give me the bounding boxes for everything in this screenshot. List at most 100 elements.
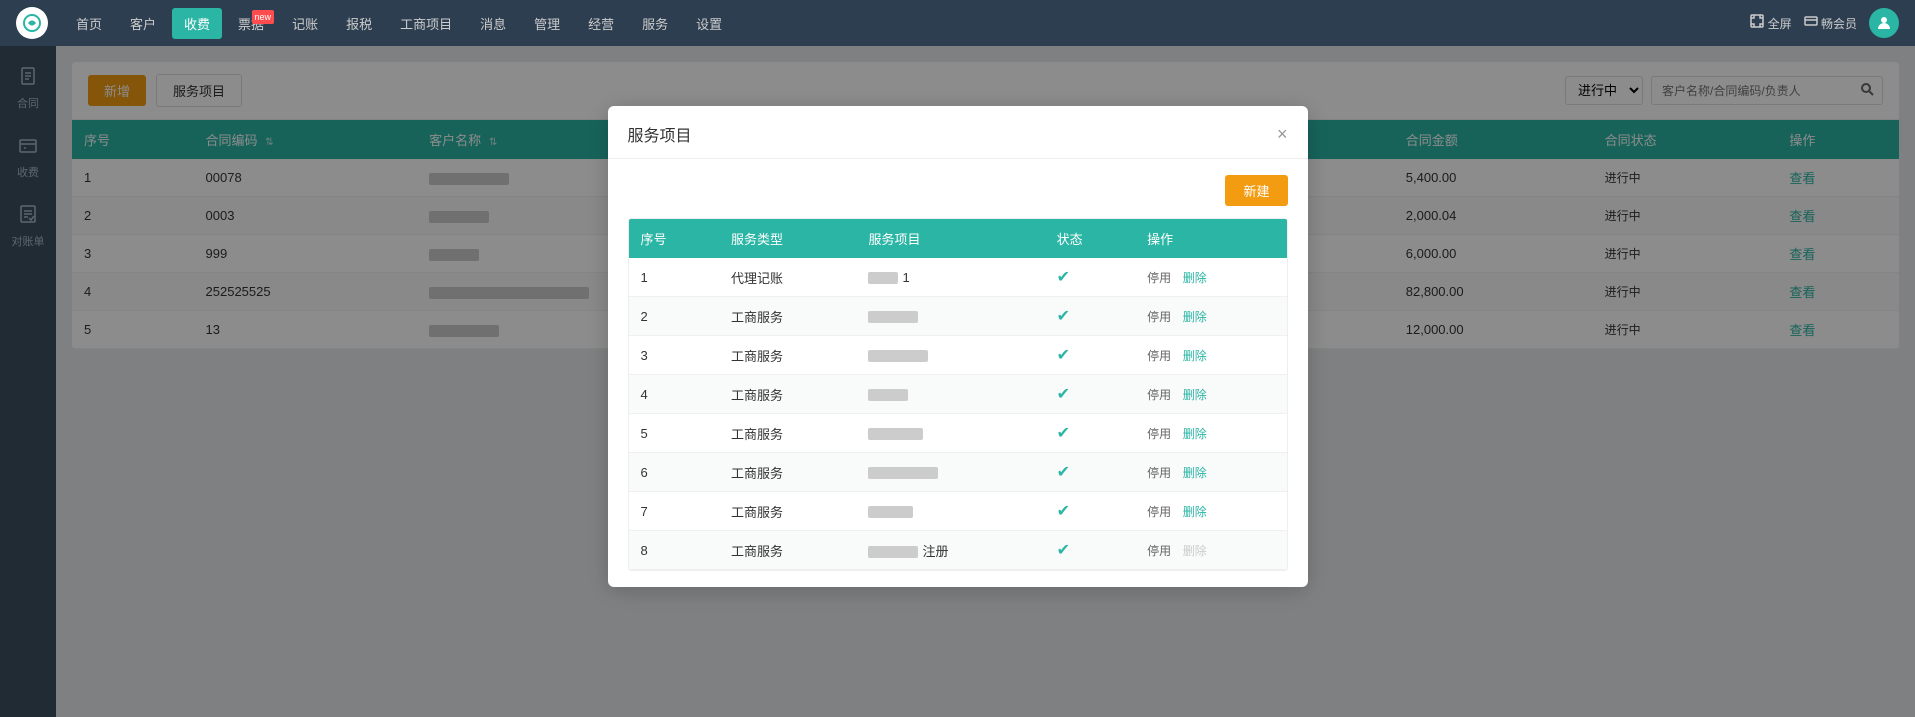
stop-button[interactable]: 停用 (1147, 269, 1171, 286)
nav-baoshui[interactable]: 报税 (334, 8, 384, 39)
modal-cell-type: 工商服务 (719, 336, 857, 375)
modal-col-action: 操作 (1135, 219, 1286, 258)
modal-cell-seq: 1 (629, 258, 719, 297)
app-logo (16, 7, 48, 39)
modal-cell-status: ✔ (1045, 297, 1135, 336)
stop-button[interactable]: 停用 (1147, 308, 1171, 325)
delete-button[interactable]: 删除 (1183, 464, 1207, 481)
nav-home[interactable]: 首页 (64, 8, 114, 39)
modal-table-row: 5 工商服务 ✔ 停用 删除 (629, 414, 1287, 453)
modal-cell-item (856, 375, 1044, 414)
nav-shezhi[interactable]: 设置 (684, 8, 734, 39)
modal-table-row: 4 工商服务 ✔ 停用 删除 (629, 375, 1287, 414)
vip-btn[interactable]: 畅会员 (1804, 14, 1857, 32)
status-check-icon: ✔ (1057, 542, 1070, 559)
modal-cell-seq: 3 (629, 336, 719, 375)
modal-cell-status: ✔ (1045, 336, 1135, 375)
modal-cell-action: 停用 删除 (1135, 453, 1286, 492)
modal-cell-status: ✔ (1045, 375, 1135, 414)
modal-body: 新建 序号 服务类型 服务项目 状态 操作 (608, 159, 1308, 587)
badge-new: new (252, 10, 275, 24)
status-check-icon: ✔ (1057, 503, 1070, 520)
modal-cell-action: 停用 删除 (1135, 414, 1286, 453)
stop-button[interactable]: 停用 (1147, 347, 1171, 364)
status-check-icon: ✔ (1057, 386, 1070, 403)
modal-cell-seq: 2 (629, 297, 719, 336)
delete-button[interactable]: 删除 (1183, 269, 1207, 286)
modal-cell-type: 工商服务 (719, 297, 857, 336)
status-check-icon: ✔ (1057, 347, 1070, 364)
status-check-icon: ✔ (1057, 269, 1070, 286)
nav-guanli[interactable]: 管理 (522, 8, 572, 39)
nav-items: 首页 客户 收费 票据 new 记账 报税 工商项目 消息 管理 经营 服务 设… (64, 8, 1750, 39)
modal-header: 服务项目 × (608, 106, 1308, 159)
delete-button[interactable]: 删除 (1183, 347, 1207, 364)
modal-cell-seq: 8 (629, 531, 719, 570)
modal-cell-action: 停用 删除 (1135, 258, 1286, 297)
modal-cell-item (856, 336, 1044, 375)
modal-cell-action: 停用 删除 (1135, 531, 1286, 570)
status-check-icon: ✔ (1057, 464, 1070, 481)
modal-cell-item (856, 492, 1044, 531)
modal-table-row: 3 工商服务 ✔ 停用 删除 (629, 336, 1287, 375)
nav-jingying[interactable]: 经营 (576, 8, 626, 39)
delete-button[interactable]: 删除 (1183, 308, 1207, 325)
modal-toolbar: 新建 (628, 175, 1288, 206)
modal-cell-item: 注册 (856, 531, 1044, 570)
modal-table-row: 1 代理记账 1 ✔ 停用 删除 (629, 258, 1287, 297)
delete-button[interactable]: 删除 (1183, 425, 1207, 442)
stop-button[interactable]: 停用 (1147, 542, 1171, 559)
modal-cell-action: 停用 删除 (1135, 336, 1286, 375)
top-nav-right: 全屏 畅会员 (1750, 8, 1899, 38)
modal-table-row: 2 工商服务 ✔ 停用 删除 (629, 297, 1287, 336)
nav-jizhang[interactable]: 记账 (280, 8, 330, 39)
status-check-icon: ✔ (1057, 425, 1070, 442)
modal-cell-status: ✔ (1045, 414, 1135, 453)
nav-gongshang[interactable]: 工商项目 (388, 8, 464, 39)
modal-cell-seq: 5 (629, 414, 719, 453)
modal-cell-status: ✔ (1045, 453, 1135, 492)
modal-cell-type: 工商服务 (719, 531, 857, 570)
nav-piao[interactable]: 票据 new (226, 8, 276, 39)
modal-table-row: 6 工商服务 ✔ 停用 删除 (629, 453, 1287, 492)
stop-button[interactable]: 停用 (1147, 503, 1171, 520)
modal-cell-item (856, 414, 1044, 453)
modal-cell-seq: 7 (629, 492, 719, 531)
modal-table-row: 7 工商服务 ✔ 停用 删除 (629, 492, 1287, 531)
top-nav: 首页 客户 收费 票据 new 记账 报税 工商项目 消息 管理 经营 服务 设… (0, 0, 1915, 46)
user-avatar[interactable] (1869, 8, 1899, 38)
service-modal: 服务项目 × 新建 序号 服务类型 服务项目 状态 操作 (608, 106, 1308, 587)
modal-col-item: 服务项目 (856, 219, 1044, 258)
nav-xiaoxi[interactable]: 消息 (468, 8, 518, 39)
modal-col-seq: 序号 (629, 219, 719, 258)
modal-table-row: 8 工商服务 注册 ✔ 停用 删除 (629, 531, 1287, 570)
stop-button[interactable]: 停用 (1147, 386, 1171, 403)
delete-button: 删除 (1183, 542, 1207, 559)
delete-button[interactable]: 删除 (1183, 386, 1207, 403)
nav-shoufei[interactable]: 收费 (172, 8, 222, 39)
stop-button[interactable]: 停用 (1147, 464, 1171, 481)
modal-table-wrap[interactable]: 序号 服务类型 服务项目 状态 操作 1 代理记账 1 ✔ 停用 删除 2 (628, 218, 1288, 571)
modal-cell-seq: 6 (629, 453, 719, 492)
status-check-icon: ✔ (1057, 308, 1070, 325)
modal-cell-item: 1 (856, 258, 1044, 297)
stop-button[interactable]: 停用 (1147, 425, 1171, 442)
nav-customer[interactable]: 客户 (118, 8, 168, 39)
modal-cell-type: 工商服务 (719, 453, 857, 492)
modal-col-status: 状态 (1045, 219, 1135, 258)
modal-cell-type: 工商服务 (719, 492, 857, 531)
nav-fuwu[interactable]: 服务 (630, 8, 680, 39)
modal-cell-action: 停用 删除 (1135, 375, 1286, 414)
fullscreen-btn[interactable]: 全屏 (1750, 14, 1791, 32)
modal-cell-action: 停用 删除 (1135, 297, 1286, 336)
modal-cell-type: 代理记账 (719, 258, 857, 297)
modal-cell-status: ✔ (1045, 258, 1135, 297)
modal-cell-action: 停用 删除 (1135, 492, 1286, 531)
modal-new-button[interactable]: 新建 (1225, 175, 1287, 206)
modal-close-button[interactable]: × (1277, 125, 1288, 143)
modal-cell-type: 工商服务 (719, 414, 857, 453)
modal-overlay: 服务项目 × 新建 序号 服务类型 服务项目 状态 操作 (0, 46, 1915, 717)
modal-cell-type: 工商服务 (719, 375, 857, 414)
modal-cell-item (856, 297, 1044, 336)
delete-button[interactable]: 删除 (1183, 503, 1207, 520)
